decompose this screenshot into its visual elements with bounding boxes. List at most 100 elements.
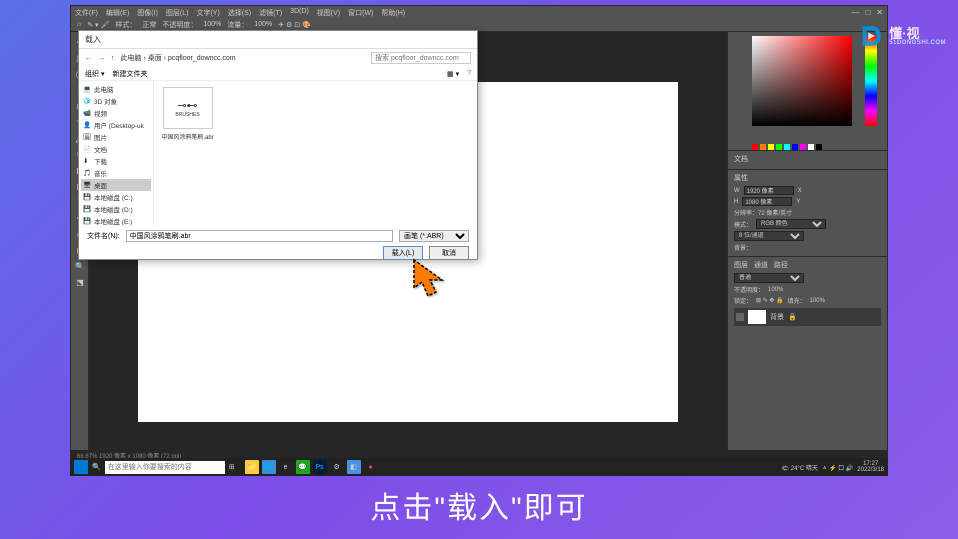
layer-name: 背景 — [770, 312, 784, 322]
sidebar-item[interactable]: 🖥桌面 — [81, 179, 151, 191]
y-label: Y — [796, 199, 800, 205]
organize-menu[interactable]: 组织 ▾ — [85, 69, 104, 79]
opacity-label: 不透明度： — [162, 20, 197, 30]
tab-paths[interactable]: 路径 — [774, 260, 788, 270]
menubar: 文件(F) 编辑(E) 图像(I) 图层(L) 文字(Y) 选择(S) 滤镜(T… — [71, 6, 887, 18]
visibility-icon[interactable] — [736, 313, 744, 321]
dialog-title: 载入 — [85, 34, 101, 45]
lock-label: 锁定： — [734, 296, 752, 305]
mode-label: 模式： — [734, 220, 752, 229]
menu-image[interactable]: 图像(I) — [137, 8, 158, 16]
forward-icon[interactable]: → — [98, 55, 105, 62]
menu-filter[interactable]: 滤镜(T) — [259, 8, 282, 16]
menu-3d[interactable]: 3D(D) — [290, 8, 309, 16]
tb-settings-icon[interactable]: ⚙ — [330, 460, 344, 474]
menu-view[interactable]: 视图(V) — [317, 8, 340, 16]
color-swap-icon[interactable]: ⬔ — [72, 274, 88, 290]
height-label: H — [734, 199, 738, 205]
taskbar-search[interactable] — [105, 461, 225, 474]
tb-app-icon[interactable]: ◧ — [347, 460, 361, 474]
maximize-icon[interactable]: □ — [865, 8, 870, 17]
width-label: W — [734, 188, 740, 194]
tb-ps-icon[interactable]: Ps — [313, 460, 327, 474]
layer-row[interactable]: 背景 🔒 — [734, 308, 881, 326]
search-icon[interactable]: 🔍 — [92, 463, 101, 471]
sidebar-item-label: 桌面 — [94, 180, 107, 190]
flow-value[interactable]: 100% — [254, 21, 272, 28]
width-input[interactable] — [744, 186, 794, 195]
taskview-icon[interactable]: ⊞ — [229, 463, 235, 471]
sidebar-item[interactable]: 🎵音乐 — [81, 167, 151, 179]
tb-edge-icon[interactable]: e — [279, 460, 293, 474]
up-icon[interactable]: ↑ — [111, 55, 115, 62]
filename-label: 文件名(N): — [87, 231, 120, 241]
swatches[interactable] — [748, 142, 887, 150]
menu-layer[interactable]: 图层(L) — [166, 8, 189, 16]
menu-select[interactable]: 选择(S) — [228, 8, 251, 16]
bits-select[interactable]: 8 位/通道 — [734, 231, 804, 241]
view-icon[interactable]: ▦ ▾ — [447, 70, 459, 78]
tab-channels[interactable]: 通道 — [754, 260, 768, 270]
load-dialog: 载入 ← → ↑ 此电脑 › 桌面 › pcqfloor_downcc.com … — [78, 30, 478, 260]
watermark: 懂·视 51DONGSHI.COM — [857, 22, 946, 50]
filename-input[interactable] — [126, 230, 393, 242]
mode-select[interactable]: RGB 颜色 — [756, 219, 826, 229]
start-button[interactable] — [74, 460, 88, 474]
menu-file[interactable]: 文件(F) — [75, 8, 98, 16]
folder-icon: 🎵 — [83, 169, 91, 177]
right-panels: 文档 属性 WX HY 分辨率：72 像素/英寸 模式：RGB 颜色 8 位/通… — [727, 32, 887, 450]
opacity-value[interactable]: 100% — [203, 21, 221, 28]
sidebar-item[interactable]: 🖼图片 — [81, 131, 151, 143]
clock[interactable]: 17:27 2022/3/18 — [857, 461, 884, 473]
menu-help[interactable]: 帮助(H) — [381, 8, 405, 16]
search-input[interactable] — [371, 52, 471, 64]
menu-window[interactable]: 窗口(W) — [348, 8, 373, 16]
tab-properties[interactable]: 属性 — [734, 173, 748, 183]
sidebar-item-label: 下载 — [94, 156, 107, 166]
sidebar-item[interactable]: 💾本地磁盘 (D:) — [81, 203, 151, 215]
fill-value[interactable]: 100% — [810, 298, 825, 304]
tb-explorer-icon[interactable]: 📁 — [245, 460, 259, 474]
home-icon[interactable]: ⌂ — [77, 21, 81, 28]
mode-value[interactable]: 正常 — [142, 20, 156, 30]
folder-icon: 💾 — [83, 205, 91, 213]
file-item[interactable]: ⊸⊷BRUSHES 中国风涂鸦笔刷.abr — [160, 87, 215, 141]
layer-kind-select[interactable]: 普通 — [734, 273, 804, 283]
tab-swatches[interactable]: 文档 — [734, 154, 748, 164]
weather-widget[interactable]: 🌤 24°C 晴天 — [781, 463, 817, 472]
sidebar-item-label: 用户 (Desktop-uk — [94, 120, 144, 130]
close-icon[interactable]: ✕ — [876, 8, 883, 17]
sidebar-item[interactable]: 💾本地磁盘 (E:) — [81, 215, 151, 226]
sidebar-item[interactable]: 📹视频 — [81, 107, 151, 119]
file-icon-label: BRUSHES — [175, 112, 199, 118]
sidebar-item[interactable]: 📄文档 — [81, 143, 151, 155]
minimize-icon[interactable]: — — [851, 8, 859, 17]
sidebar-item[interactable]: 💻此电脑 — [81, 83, 151, 95]
help-icon[interactable]: ? — [467, 70, 471, 77]
sidebar-item[interactable]: 💾本地磁盘 (C:) — [81, 191, 151, 203]
file-list[interactable]: ⊸⊷BRUSHES 中国风涂鸦笔刷.abr — [154, 81, 477, 226]
menu-edit[interactable]: 编辑(E) — [106, 8, 129, 16]
back-icon[interactable]: ← — [85, 55, 92, 62]
folder-icon: 📄 — [83, 145, 91, 153]
flow-label: 流量： — [227, 20, 248, 30]
tb-wechat-icon[interactable]: 💬 — [296, 460, 310, 474]
breadcrumb[interactable]: 此电脑 › 桌面 › pcqfloor_downcc.com — [121, 53, 366, 63]
tray-icons[interactable]: ㅿ ⚡ 口 🔊 — [822, 463, 853, 472]
folder-icon: 🖼 — [83, 133, 91, 141]
folder-icon: 💾 — [83, 217, 91, 225]
tb-record-icon[interactable]: ● — [364, 460, 378, 474]
sidebar-item[interactable]: 🧊3D 对象 — [81, 95, 151, 107]
sidebar-item[interactable]: 👤用户 (Desktop-uk — [81, 119, 151, 131]
sidebar-item-label: 图片 — [94, 132, 107, 142]
x-label: X — [798, 188, 802, 194]
newfolder-button[interactable]: 新建文件夹 — [112, 69, 147, 79]
sidebar-item[interactable]: ⬇下载 — [81, 155, 151, 167]
menu-type[interactable]: 文字(Y) — [196, 8, 219, 16]
layer-opacity-value[interactable]: 100% — [768, 287, 783, 293]
height-input[interactable] — [742, 197, 792, 206]
folder-icon: 💾 — [83, 193, 91, 201]
filter-select[interactable]: 画笔 (*.ABR) — [399, 230, 469, 242]
tb-browser-icon[interactable]: 🌐 — [262, 460, 276, 474]
tab-layers[interactable]: 图层 — [734, 260, 748, 270]
